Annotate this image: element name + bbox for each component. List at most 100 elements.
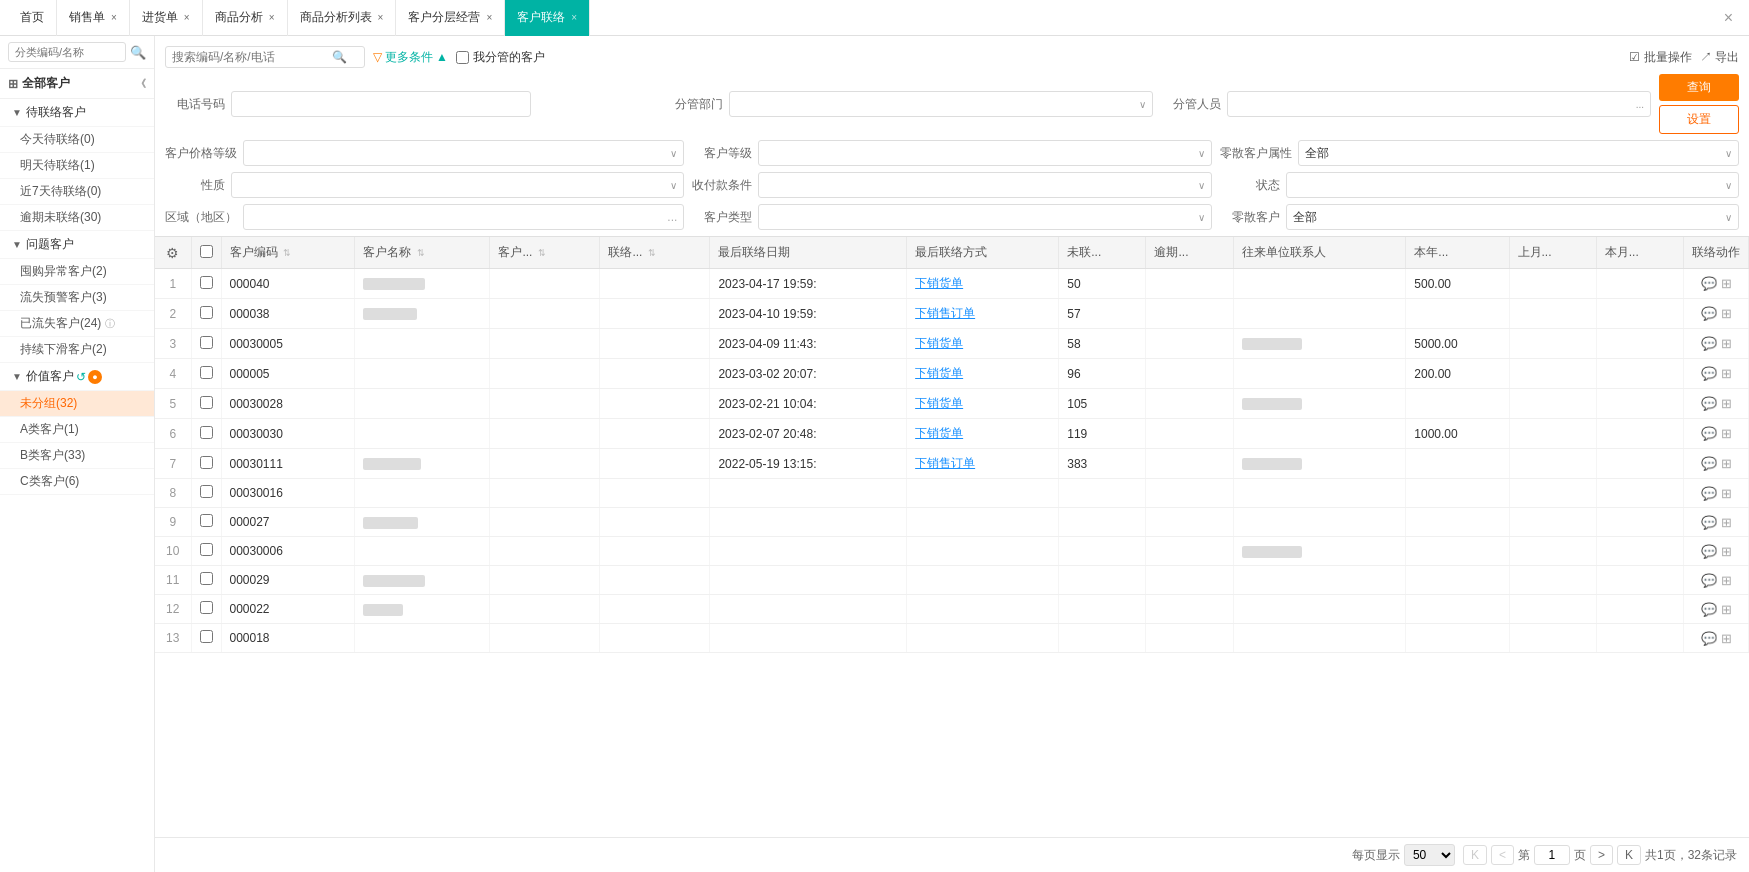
nav-tab-segment[interactable]: 客户分层经营 ×	[396, 0, 505, 36]
row-check[interactable]	[191, 595, 221, 624]
row-check[interactable]	[191, 419, 221, 449]
more-icon[interactable]: ⊞	[1721, 544, 1732, 559]
nav-tab-analysis[interactable]: 商品分析 ×	[203, 0, 288, 36]
sidebar-value-group[interactable]: ▼ 价值客户 ↺ ●	[0, 363, 154, 391]
row-check[interactable]	[191, 566, 221, 595]
sidebar-item-churned[interactable]: 已流失客户(24) ⓘ	[0, 311, 154, 337]
chat-icon[interactable]: 💬	[1701, 544, 1717, 559]
more-icon[interactable]: ⊞	[1721, 336, 1732, 351]
chat-icon[interactable]: 💬	[1701, 515, 1717, 530]
page-number-input[interactable]	[1534, 845, 1570, 865]
close-tab-segment-icon[interactable]: ×	[486, 12, 492, 23]
customer-type-select[interactable]: ∨	[758, 204, 1211, 230]
filter-search-input[interactable]	[172, 50, 332, 64]
collapse-sidebar-icon[interactable]: 《	[136, 77, 146, 91]
sidebar-item-class-c[interactable]: C类客户(6)	[0, 469, 154, 495]
my-customers-checkbox[interactable]: 我分管的客户	[456, 49, 545, 66]
chat-icon[interactable]: 💬	[1701, 456, 1717, 471]
sidebar-item-overdue-pending[interactable]: 逾期未联络(30)	[0, 205, 154, 231]
my-customers-check[interactable]	[456, 51, 469, 64]
price-level-select[interactable]: ∨	[243, 140, 684, 166]
refresh-icon[interactable]: ↺	[76, 370, 86, 384]
region-select[interactable]: ...	[243, 204, 684, 230]
row-check[interactable]	[191, 269, 221, 299]
chat-icon[interactable]: 💬	[1701, 366, 1717, 381]
table-header-code[interactable]: 客户编码 ⇅	[221, 237, 355, 269]
sidebar-item-class-a[interactable]: A类客户(1)	[0, 417, 154, 443]
chat-icon[interactable]: 💬	[1701, 486, 1717, 501]
nav-tab-purchase[interactable]: 进货单 ×	[130, 0, 203, 36]
retail-customer-select[interactable]: 全部 ∨	[1286, 204, 1739, 230]
filter-more-conditions[interactable]: ▽ 更多条件 ▲	[373, 49, 448, 66]
region-dots-icon[interactable]: ...	[667, 210, 677, 224]
close-tab-sales-icon[interactable]: ×	[111, 12, 117, 23]
nav-tab-contact[interactable]: 客户联络 ×	[505, 0, 590, 36]
sidebar-item-hoarding[interactable]: 囤购异常客户(2)	[0, 259, 154, 285]
more-icon[interactable]: ⊞	[1721, 631, 1732, 646]
sidebar-all-customers[interactable]: ⊞ 全部客户 《	[0, 69, 154, 99]
payment-select[interactable]: ∨	[758, 172, 1211, 198]
sidebar-search-input[interactable]	[8, 42, 126, 62]
table-check-all-header[interactable]	[191, 237, 221, 269]
last-way-link[interactable]: 下销货单	[915, 366, 963, 380]
row-check[interactable]	[191, 389, 221, 419]
nav-tab-sales[interactable]: 销售单 ×	[57, 0, 130, 36]
sidebar-item-ungroup[interactable]: 未分组(32)	[0, 391, 154, 417]
export-button[interactable]: ↗ 导出	[1700, 49, 1739, 66]
more-icon[interactable]: ⊞	[1721, 306, 1732, 321]
last-way-link[interactable]: 下销售订单	[915, 456, 975, 470]
chat-icon[interactable]: 💬	[1701, 602, 1717, 617]
dept-select[interactable]: ∨	[729, 91, 1153, 117]
gender-select[interactable]: ∨	[231, 172, 684, 198]
page-prev-button[interactable]: <	[1491, 845, 1514, 865]
close-tab-analysis-icon[interactable]: ×	[269, 12, 275, 23]
query-button[interactable]: 查询	[1659, 74, 1739, 101]
table-settings-header[interactable]: ⚙	[155, 237, 191, 269]
level-select[interactable]: ∨	[758, 140, 1211, 166]
row-check[interactable]	[191, 537, 221, 566]
sidebar-item-churn-warning[interactable]: 流失预警客户(3)	[0, 285, 154, 311]
more-icon[interactable]: ⊞	[1721, 396, 1732, 411]
settings-icon[interactable]: ⚙	[166, 245, 179, 261]
chat-icon[interactable]: 💬	[1701, 426, 1717, 441]
row-check[interactable]	[191, 329, 221, 359]
sidebar-problem-group[interactable]: ▼ 问题客户	[0, 231, 154, 259]
last-way-link[interactable]: 下销货单	[915, 426, 963, 440]
last-way-link[interactable]: 下销货单	[915, 276, 963, 290]
row-check[interactable]	[191, 508, 221, 537]
close-tab-analysis-list-icon[interactable]: ×	[378, 12, 384, 23]
per-page-select[interactable]: 50 100 200	[1404, 844, 1455, 866]
sidebar-item-class-b[interactable]: B类客户(33)	[0, 443, 154, 469]
nav-home[interactable]: 首页	[8, 0, 57, 36]
row-check[interactable]	[191, 624, 221, 653]
chat-icon[interactable]: 💬	[1701, 631, 1717, 646]
page-last-button[interactable]: K	[1617, 845, 1641, 865]
sidebar-item-declining[interactable]: 持续下滑客户(2)	[0, 337, 154, 363]
bulk-ops-button[interactable]: ☑ 批量操作	[1629, 49, 1691, 66]
more-icon[interactable]: ⊞	[1721, 486, 1732, 501]
check-all-checkbox[interactable]	[200, 245, 213, 258]
status-select[interactable]: ∨	[1286, 172, 1739, 198]
chat-icon[interactable]: 💬	[1701, 336, 1717, 351]
sidebar-pending-group[interactable]: ▼ 待联络客户	[0, 99, 154, 127]
chat-icon[interactable]: 💬	[1701, 396, 1717, 411]
more-icon[interactable]: ⊞	[1721, 602, 1732, 617]
sidebar-item-tomorrow-pending[interactable]: 明天待联络(1)	[0, 153, 154, 179]
row-check[interactable]	[191, 359, 221, 389]
reset-button[interactable]: 设置	[1659, 105, 1739, 134]
last-way-link[interactable]: 下销货单	[915, 336, 963, 350]
more-icon[interactable]: ⊞	[1721, 426, 1732, 441]
close-tab-contact-icon[interactable]: ×	[571, 12, 577, 23]
more-icon[interactable]: ⊞	[1721, 456, 1732, 471]
filter-search-icon[interactable]: 🔍	[332, 50, 347, 64]
window-close-button[interactable]: ×	[1716, 9, 1741, 27]
manager-select[interactable]: ...	[1227, 91, 1651, 117]
chat-icon[interactable]: 💬	[1701, 573, 1717, 588]
more-icon[interactable]: ⊞	[1721, 276, 1732, 291]
retail-attr-select[interactable]: 全部 ∨	[1298, 140, 1739, 166]
chat-icon[interactable]: 💬	[1701, 276, 1717, 291]
more-icon[interactable]: ⊞	[1721, 573, 1732, 588]
row-check[interactable]	[191, 299, 221, 329]
page-first-button[interactable]: K	[1463, 845, 1487, 865]
table-header-name[interactable]: 客户名称 ⇅	[355, 237, 490, 269]
